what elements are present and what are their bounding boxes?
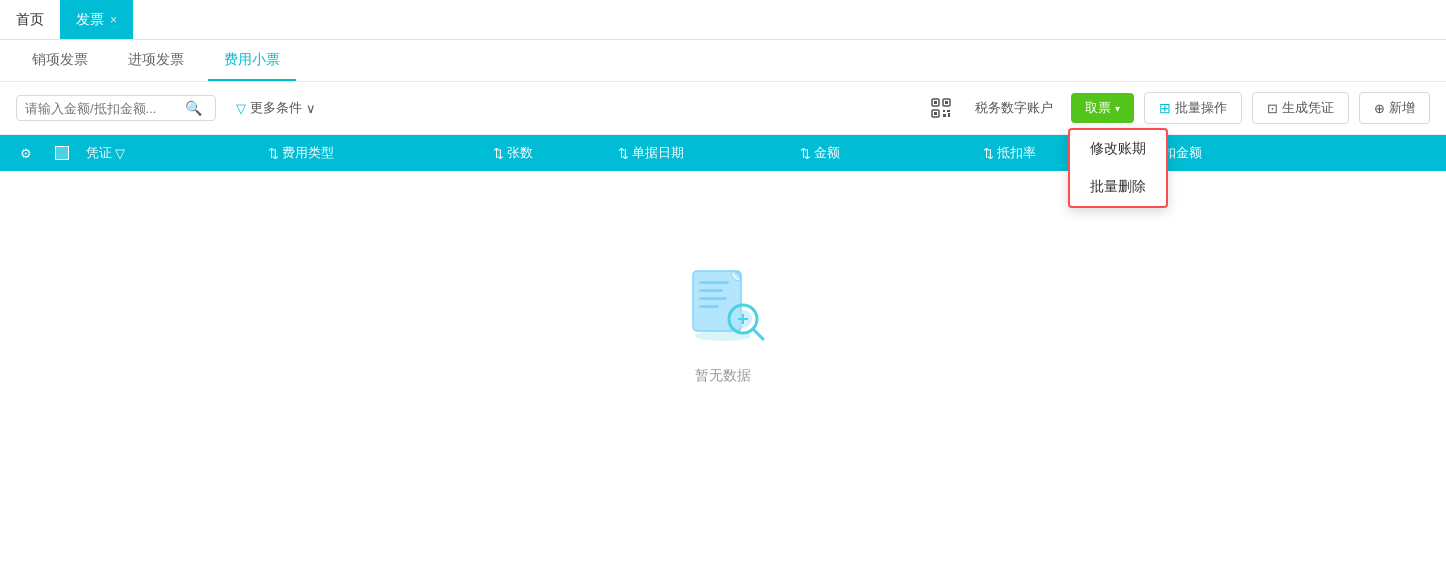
sort-icon[interactable]: ⇅ [618, 146, 629, 161]
batch-delete-item[interactable]: 批量删除 [1070, 168, 1166, 206]
sort-icon[interactable]: ⇅ [493, 146, 504, 161]
svg-rect-6 [943, 110, 945, 112]
th-date: ⇅ 单据日期 [612, 144, 794, 162]
main-area: 销项发票 进项发票 费用小票 🔍 ▽ 更多条件 ∨ [0, 40, 1446, 584]
tab-sales[interactable]: 销项发票 [16, 40, 104, 81]
chevron-down-icon: ▾ [1115, 103, 1120, 114]
take-ticket-label: 取票 [1085, 99, 1111, 117]
svg-rect-14 [699, 297, 727, 300]
nav-tab-close[interactable]: × [110, 13, 117, 27]
tax-account-button[interactable]: 税务数字账户 [967, 95, 1061, 121]
filter-icon[interactable]: ▽ [115, 146, 125, 161]
th-count: ⇅ 张数 [487, 144, 612, 162]
tab-expense[interactable]: 费用小票 [208, 40, 296, 81]
batch-dropdown-menu: 修改账期 批量删除 [1068, 128, 1168, 208]
search-input[interactable] [25, 101, 185, 116]
top-nav: 首页 发票 × [0, 0, 1446, 40]
toolbar-left: 🔍 ▽ 更多条件 ∨ [16, 95, 324, 121]
sort-icon[interactable]: ⇅ [800, 146, 811, 161]
voucher-icon: ⊡ [1267, 101, 1278, 116]
search-box[interactable]: 🔍 [16, 95, 216, 121]
modify-period-item[interactable]: 修改账期 [1070, 130, 1166, 168]
sort-icon[interactable]: ⇅ [983, 146, 994, 161]
svg-rect-8 [943, 114, 946, 117]
filter-button[interactable]: ▽ 更多条件 ∨ [228, 95, 324, 121]
svg-rect-12 [699, 281, 729, 284]
toolbar: 🔍 ▽ 更多条件 ∨ [0, 82, 1446, 135]
svg-rect-3 [945, 101, 948, 104]
batch-label: 批量操作 [1175, 99, 1227, 117]
th-amount: ⇅ 金额 [794, 144, 976, 162]
svg-line-18 [753, 329, 763, 339]
batch-operation-button[interactable]: ⊞ 批量操作 [1144, 92, 1242, 124]
th-type: ⇅ 费用类型 [262, 144, 487, 162]
select-all-checkbox[interactable] [55, 146, 69, 160]
add-button[interactable]: ⊕ 新增 [1359, 92, 1430, 124]
voucher-label: 生成凭证 [1282, 99, 1334, 117]
gear-icon[interactable]: ⚙ [20, 146, 32, 161]
svg-rect-5 [934, 112, 937, 115]
nav-tab-label: 发票 [76, 11, 104, 29]
svg-rect-9 [948, 113, 950, 117]
th-check[interactable] [44, 146, 80, 160]
tab-input[interactable]: 进项发票 [112, 40, 200, 81]
batch-icon: ⊞ [1159, 100, 1171, 116]
search-icon[interactable]: 🔍 [185, 100, 202, 116]
add-label: 新增 [1389, 99, 1415, 117]
empty-state: 暂无数据 [0, 171, 1446, 425]
svg-rect-11 [693, 271, 741, 331]
sub-tabs: 销项发票 进项发票 费用小票 [0, 40, 1446, 82]
empty-icon [673, 251, 773, 351]
toolbar-right: 税务数字账户 取票 ▾ ⊞ 批量操作 ⊡ 生成凭证 ⊕ 新增 [925, 92, 1430, 124]
empty-text: 暂无数据 [695, 367, 751, 385]
take-ticket-button[interactable]: 取票 ▾ [1071, 93, 1134, 123]
svg-rect-7 [947, 110, 950, 112]
svg-rect-1 [934, 101, 937, 104]
sort-icon[interactable]: ⇅ [268, 146, 279, 161]
th-gear[interactable]: ⚙ [8, 146, 44, 161]
add-icon: ⊕ [1374, 101, 1385, 116]
nav-home[interactable]: 首页 [0, 0, 60, 39]
filter-icon: ▽ [236, 101, 246, 116]
nav-tab-invoice[interactable]: 发票 × [60, 0, 133, 39]
filter-label: 更多条件 [250, 99, 302, 117]
table-header: ⚙ 凭证 ▽ ⇅ 费用类型 ⇅ 张数 ⇅ 单据日期 ⇅ [0, 135, 1446, 171]
svg-rect-13 [699, 289, 723, 292]
qr-button[interactable] [925, 92, 957, 124]
th-voucher: 凭证 ▽ [80, 144, 262, 162]
svg-rect-15 [699, 305, 719, 308]
chevron-down-icon: ∨ [306, 101, 316, 116]
generate-voucher-button[interactable]: ⊡ 生成凭证 [1252, 92, 1349, 124]
